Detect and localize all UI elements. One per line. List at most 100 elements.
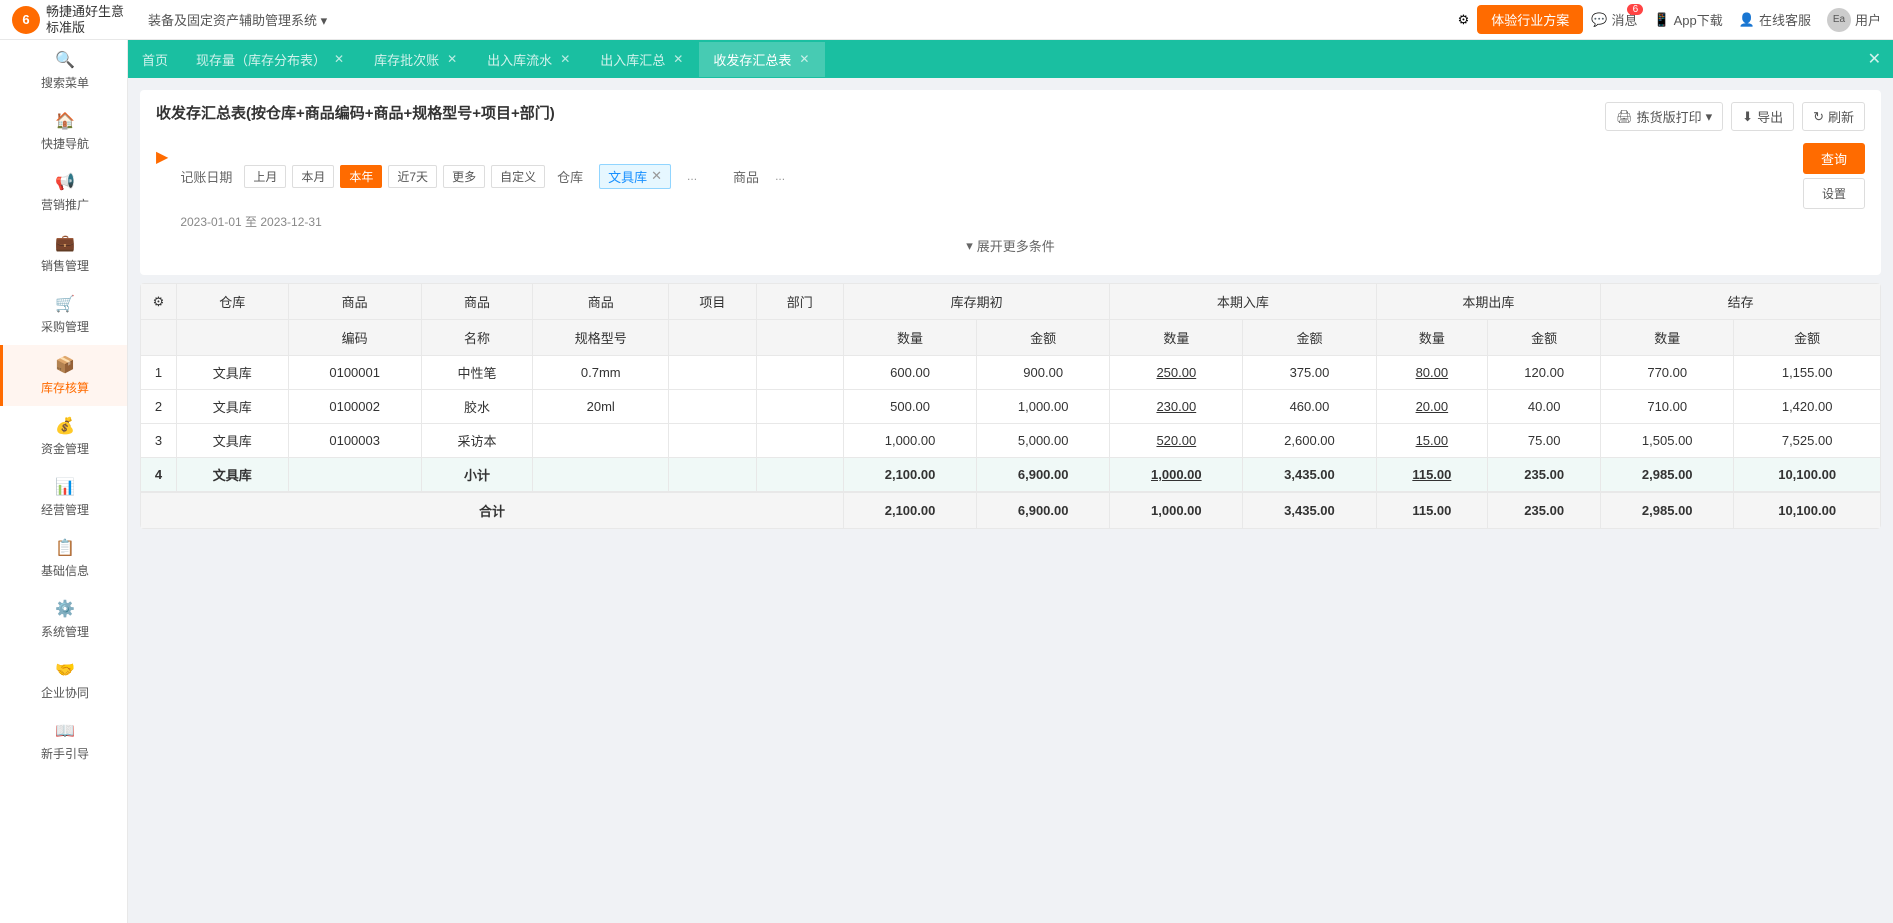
warehouse-tag-close[interactable]: ✕ <box>651 168 662 184</box>
td-end-qty: 710.00 <box>1601 390 1734 424</box>
th-period-out: 本期出库 <box>1376 284 1601 320</box>
sidebar-item-guide[interactable]: 📖新手引导 <box>0 711 127 772</box>
sidebar-item-purchase[interactable]: 🛒采购管理 <box>0 284 127 345</box>
th-settings[interactable]: ⚙ <box>141 284 177 320</box>
goods-more[interactable]: ... <box>775 169 785 183</box>
table-header-row-1: ⚙ 仓库 商品 商品 商品 项目 部门 库存期初 本期入库 本期出库 结存 <box>141 284 1881 320</box>
settings-icon[interactable]: ⚙ <box>1458 12 1470 28</box>
sidebar-item-finance[interactable]: 💰资金管理 <box>0 406 127 467</box>
td-out-amt: 235.00 <box>1488 458 1601 493</box>
tab-batch-ledger[interactable]: 库存批次账✕ <box>360 42 473 77</box>
system-title-selector[interactable]: 装备及固定资产辅助管理系统 ▾ <box>148 10 1442 29</box>
online-service-icon[interactable]: 👤 在线客服 <box>1739 10 1811 29</box>
td-name: 胶水 <box>421 390 533 424</box>
td-spec <box>533 458 669 493</box>
td-end-amt: 1,420.00 <box>1734 390 1881 424</box>
th-dept: 部门 <box>756 284 843 320</box>
date-custom[interactable]: 自定义 <box>491 165 545 188</box>
tab-recv-send-summary[interactable]: 收发存汇总表✕ <box>699 42 825 77</box>
td-code: 0100003 <box>288 424 421 458</box>
td-project <box>669 390 756 424</box>
th2-spec: 规格型号 <box>533 320 669 356</box>
th2-dept <box>756 320 843 356</box>
td-no: 4 <box>141 458 177 493</box>
td-open-qty: 1,000.00 <box>843 424 976 458</box>
td-code: 0100001 <box>288 356 421 390</box>
td-out-amt: 120.00 <box>1488 356 1601 390</box>
sidebar-item-operations[interactable]: 📊经营管理 <box>0 467 127 528</box>
page-header: 收发存汇总表(按仓库+商品编码+商品+规格型号+项目+部门) 🖨 拣货版打印 ▾… <box>140 90 1881 275</box>
tab-close-batch-ledger[interactable]: ✕ <box>445 52 459 66</box>
td-out-qty[interactable]: 115.00 <box>1376 458 1488 493</box>
tab-close-in-out-summary[interactable]: ✕ <box>671 52 685 66</box>
th2-open-amt: 金额 <box>977 320 1110 356</box>
tab-close-in-out-flow[interactable]: ✕ <box>558 52 572 66</box>
logo-text: 畅捷通好生意 标准版 <box>46 4 124 35</box>
footer-row: 合计 2,100.00 6,900.00 1,000.00 3,435.00 1… <box>141 492 1881 529</box>
td-warehouse: 文具库 <box>177 458 289 493</box>
date-7-days[interactable]: 近7天 <box>388 165 437 188</box>
date-this-year[interactable]: 本年 <box>340 165 382 188</box>
td-end-amt: 10,100.00 <box>1734 458 1881 493</box>
date-range-display: 2023-01-01 至 2023-12-31 <box>180 213 1865 230</box>
sidebar-item-quick-nav[interactable]: 🏠快捷导航 <box>0 101 127 162</box>
th-warehouse: 仓库 <box>177 284 289 320</box>
date-label: 记账日期 <box>180 167 232 186</box>
page-content: 收发存汇总表(按仓库+商品编码+商品+规格型号+项目+部门) 🖨 拣货版打印 ▾… <box>128 78 1893 923</box>
tab-bar-close[interactable]: ✕ <box>1856 49 1893 69</box>
sidebar-item-basic[interactable]: 📋基础信息 <box>0 528 127 589</box>
td-end-qty: 1,505.00 <box>1601 424 1734 458</box>
td-in-qty[interactable]: 1,000.00 <box>1110 458 1243 493</box>
td-no: 2 <box>141 390 177 424</box>
td-out-qty[interactable]: 15.00 <box>1376 424 1488 458</box>
sidebar-item-system[interactable]: ⚙️系统管理 <box>0 589 127 650</box>
app-download-icon[interactable]: 📱 App下载 <box>1653 10 1722 29</box>
filter-settings-button[interactable]: 设置 <box>1803 178 1865 209</box>
goods-label: 商品 <box>733 167 759 186</box>
warehouse-more[interactable]: ... <box>687 169 697 183</box>
sidebar-item-sales[interactable]: 💼销售管理 <box>0 223 127 284</box>
messages-icon[interactable]: 💬 消息 6 <box>1591 10 1637 29</box>
sidebar-item-enterprise[interactable]: 🤝企业协同 <box>0 650 127 711</box>
td-in-qty[interactable]: 520.00 <box>1110 424 1243 458</box>
query-buttons: 查询 设置 <box>1803 143 1865 209</box>
content-area: 首页现存量（库存分布表）✕库存批次账✕出入库流水✕出入库汇总✕收发存汇总表✕✕ … <box>128 40 1893 923</box>
td-no: 3 <box>141 424 177 458</box>
query-button[interactable]: 查询 <box>1803 143 1865 174</box>
refresh-button[interactable]: ↻ 刷新 <box>1802 102 1865 131</box>
sidebar-item-search[interactable]: 🔍搜索菜单 <box>0 40 127 101</box>
tab-inventory-dist[interactable]: 现存量（库存分布表）✕ <box>182 42 360 77</box>
td-out-qty[interactable]: 20.00 <box>1376 390 1488 424</box>
date-buttons: 上月 本月 本年 近7天 更多 自定义 <box>244 165 545 188</box>
tab-close-recv-send-summary[interactable]: ✕ <box>797 52 811 66</box>
th-project: 项目 <box>669 284 756 320</box>
th2-out-qty: 数量 <box>1376 320 1488 356</box>
tab-home[interactable]: 首页 <box>128 42 182 77</box>
tab-in-out-summary[interactable]: 出入库汇总✕ <box>586 42 699 77</box>
data-table: ⚙ 仓库 商品 商品 商品 项目 部门 库存期初 本期入库 本期出库 结存 <box>140 283 1881 529</box>
date-this-month[interactable]: 本月 <box>292 165 334 188</box>
td-in-qty[interactable]: 250.00 <box>1110 356 1243 390</box>
date-last-month[interactable]: 上月 <box>244 165 286 188</box>
footer-end-amt: 10,100.00 <box>1734 492 1881 529</box>
td-end-amt: 1,155.00 <box>1734 356 1881 390</box>
td-project <box>669 424 756 458</box>
td-code: 0100002 <box>288 390 421 424</box>
print-button[interactable]: 🖨 拣货版打印 ▾ <box>1605 102 1723 131</box>
th-name: 商品 <box>421 284 533 320</box>
footer-end-qty: 2,985.00 <box>1601 492 1734 529</box>
date-more[interactable]: 更多 <box>443 165 485 188</box>
user-avatar[interactable]: Ea 用户 <box>1827 8 1881 32</box>
sidebar-item-marketing[interactable]: 📢营销推广 <box>0 162 127 223</box>
experience-button[interactable]: 体验行业方案 <box>1477 5 1583 34</box>
tab-in-out-flow[interactable]: 出入库流水✕ <box>473 42 586 77</box>
top-header: 6 畅捷通好生意 标准版 装备及固定资产辅助管理系统 ▾ ⚙ 体验行业方案 💬 … <box>0 0 1893 40</box>
expand-more[interactable]: ▾ 展开更多条件 <box>156 230 1865 255</box>
sidebar-item-inventory[interactable]: 📦库存核算 <box>0 345 127 406</box>
tab-close-inventory-dist[interactable]: ✕ <box>332 52 346 66</box>
td-out-qty[interactable]: 80.00 <box>1376 356 1488 390</box>
collapse-toggle[interactable]: ▶ <box>156 147 168 167</box>
td-out-amt: 40.00 <box>1488 390 1601 424</box>
td-in-qty[interactable]: 230.00 <box>1110 390 1243 424</box>
export-button[interactable]: ⬇ 导出 <box>1731 102 1794 131</box>
